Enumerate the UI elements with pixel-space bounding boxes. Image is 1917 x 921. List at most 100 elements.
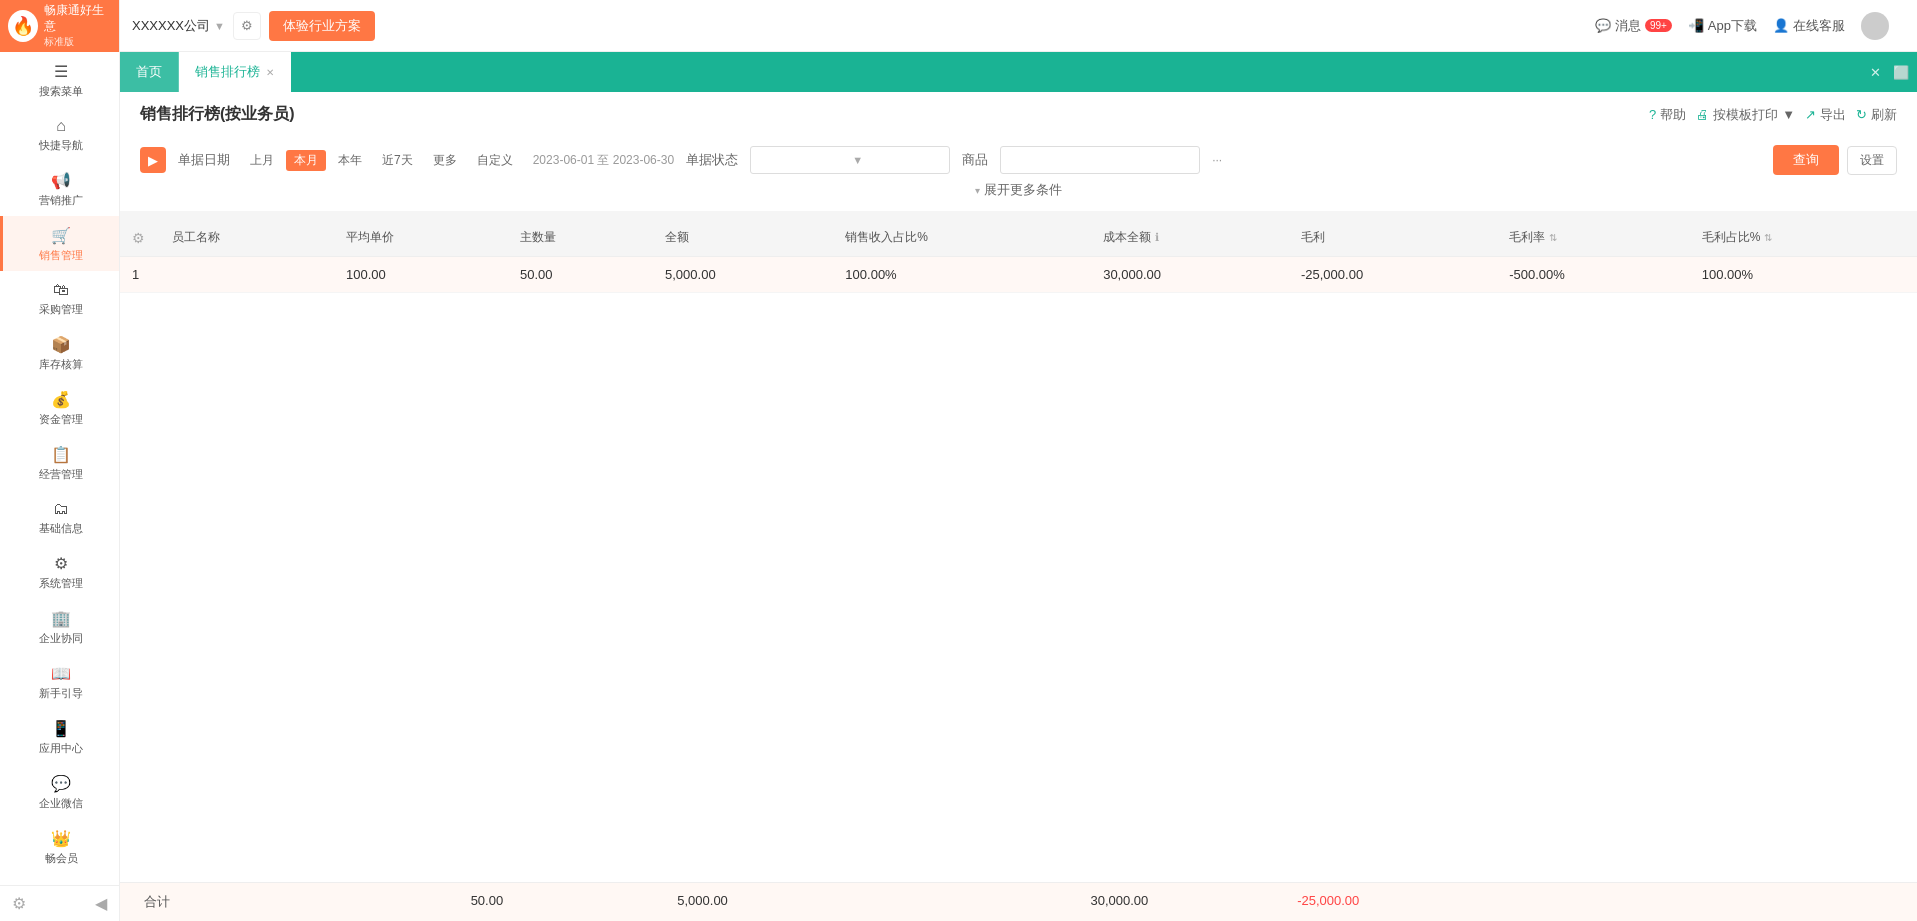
col-settings-icon[interactable]: ⚙: [132, 230, 145, 246]
sidebar-item-label: 库存核算: [39, 357, 83, 372]
table-header: ⚙ 员工名称 平均单价 主数量 全额 销售收入占比% 成本全额 ℹ 毛利: [120, 219, 1917, 257]
date-more[interactable]: 更多: [425, 150, 465, 171]
operations-icon: 📋: [51, 445, 71, 464]
message-icon: 💬: [1595, 18, 1611, 33]
sidebar-item-finance[interactable]: 💰 资金管理: [0, 380, 119, 435]
guide-icon: 📖: [51, 664, 71, 683]
date-7days[interactable]: 近7天: [374, 150, 421, 171]
company-name: XXXXXX公司: [132, 17, 210, 35]
footer-qty: 50.00: [459, 893, 666, 911]
help-icon: ?: [1649, 107, 1656, 122]
th-name: 员工名称: [160, 219, 334, 257]
filter-row: ▶ 单据日期 上月 本月 本年 近7天 更多 自定义 2023-06-01 至 …: [140, 145, 1897, 175]
sidebar-item-basic[interactable]: 🗂 基础信息: [0, 490, 119, 544]
sidebar-item-marketing[interactable]: 📢 营销推广: [0, 161, 119, 216]
message-badge: 99+: [1645, 19, 1672, 32]
sidebar-item-label: 畅会员: [45, 851, 78, 866]
export-icon: ↗: [1805, 107, 1816, 122]
company-selector[interactable]: XXXXXX公司 ▼: [132, 17, 225, 35]
sidebar-item-member[interactable]: 👑 畅会员: [0, 819, 119, 874]
export-btn[interactable]: ↗ 导出: [1805, 106, 1846, 124]
th-qty: 主数量: [508, 219, 653, 257]
home-icon: ⌂: [56, 117, 66, 135]
download-icon: 📲: [1688, 18, 1704, 33]
more-filters-btn[interactable]: ···: [1212, 153, 1222, 167]
print-btn[interactable]: 🖨 按模板打印 ▼: [1696, 106, 1795, 124]
sidebar-item-inventory[interactable]: 📦 库存核算: [0, 325, 119, 380]
query-btn[interactable]: 查询: [1773, 145, 1839, 175]
sidebar: 🔥 畅康通好生意 标准版 ☰ 搜索菜单 ⌂ 快捷导航 📢 营销推广 🛒 销售管理…: [0, 0, 120, 921]
refresh-icon: ↻: [1856, 107, 1867, 122]
goods-input[interactable]: [1009, 153, 1191, 167]
online-service-btn[interactable]: 👤 在线客服: [1773, 17, 1845, 35]
maximize-icon[interactable]: ⬜: [1893, 65, 1909, 80]
inventory-icon: 📦: [51, 335, 71, 354]
expand-more-label: 展开更多条件: [984, 181, 1062, 199]
date-range-display: 2023-06-01 至 2023-06-30: [533, 152, 674, 169]
trial-btn[interactable]: 体验行业方案: [269, 11, 375, 41]
message-btn[interactable]: 💬 消息 99+: [1595, 17, 1672, 35]
gross-rate-sort-icon[interactable]: ⇅: [1549, 232, 1557, 243]
date-current-month[interactable]: 本月: [286, 150, 326, 171]
window-controls: ✕ ⬜: [1862, 52, 1917, 92]
sidebar-item-purchase[interactable]: 🛍 采购管理: [0, 271, 119, 325]
data-table: ⚙ 员工名称 平均单价 主数量 全额 销售收入占比% 成本全额 ℹ 毛利: [120, 219, 1917, 293]
help-btn[interactable]: ? 帮助: [1649, 106, 1686, 124]
system-icon: ⚙: [54, 554, 68, 573]
sidebar-item-label: 企业微信: [39, 796, 83, 811]
footer-amount: 5,000.00: [665, 893, 872, 911]
sidebar-item-search[interactable]: ☰ 搜索菜单: [0, 52, 119, 107]
table-area: ⚙ 员工名称 平均单价 主数量 全额 销售收入占比% 成本全额 ℹ 毛利: [120, 219, 1917, 882]
status-select-wrapper[interactable]: ▼: [750, 146, 950, 174]
tab-sales-rank[interactable]: 销售排行榜 ✕: [179, 52, 291, 92]
sidebar-item-app[interactable]: 📱 应用中心: [0, 709, 119, 764]
logo-sub: 标准版: [44, 35, 111, 49]
sidebar-item-label: 销售管理: [39, 248, 83, 263]
sidebar-item-shortcuts[interactable]: ⌂ 快捷导航: [0, 107, 119, 161]
sidebar-item-label: 采购管理: [39, 302, 83, 317]
sidebar-item-label: 资金管理: [39, 412, 83, 427]
tab-close-icon[interactable]: ✕: [266, 67, 274, 78]
date-current-year[interactable]: 本年: [330, 150, 370, 171]
purchase-icon: 🛍: [53, 281, 69, 299]
marketing-icon: 📢: [51, 171, 71, 190]
th-gross: 毛利: [1289, 219, 1497, 257]
topbar-settings-btn[interactable]: ⚙: [233, 12, 261, 40]
sidebar-nav: ☰ 搜索菜单 ⌂ 快捷导航 📢 营销推广 🛒 销售管理 🛍 采购管理 📦 库存核…: [0, 52, 119, 885]
app-download-btn[interactable]: 📲 App下载: [1688, 17, 1757, 35]
tabbar: 首页 销售排行榜 ✕ ✕ ⬜: [120, 52, 1917, 92]
date-custom[interactable]: 自定义: [469, 150, 521, 171]
logo-icon: 🔥: [8, 10, 38, 42]
td-cost: 30,000.00: [1091, 257, 1289, 293]
sidebar-item-wechat[interactable]: 💬 企业微信: [0, 764, 119, 819]
date-prev-month[interactable]: 上月: [242, 150, 282, 171]
main-area: XXXXXX公司 ▼ ⚙ 体验行业方案 💬 消息 99+ 📲 App下载 👤 在…: [120, 0, 1917, 921]
service-icon: 👤: [1773, 18, 1789, 33]
filter-expand-btn[interactable]: ▶: [140, 147, 166, 173]
collapse-icon[interactable]: ◀: [95, 894, 107, 913]
footer-empty2: [1698, 893, 1905, 911]
print-label: 按模板打印: [1713, 106, 1778, 124]
sidebar-item-guide[interactable]: 📖 新手引导: [0, 654, 119, 709]
sidebar-item-system[interactable]: ⚙ 系统管理: [0, 544, 119, 599]
gross-pct-sort-icon[interactable]: ⇅: [1764, 232, 1772, 243]
goods-filter-label: 商品: [962, 151, 988, 169]
basic-icon: 🗂: [53, 500, 69, 518]
sidebar-item-operations[interactable]: 📋 经营管理: [0, 435, 119, 490]
expand-more-btn[interactable]: ▾ 展开更多条件: [975, 181, 1062, 199]
print-chevron: ▼: [1782, 107, 1795, 122]
sidebar-item-label: 企业协同: [39, 631, 83, 646]
sidebar-item-sales[interactable]: 🛒 销售管理: [0, 216, 119, 271]
th-cost: 成本全额 ℹ: [1091, 219, 1289, 257]
goods-field[interactable]: [1000, 146, 1200, 174]
sidebar-item-enterprise[interactable]: 🏢 企业协同: [0, 599, 119, 654]
sidebar-item-label: 搜索菜单: [39, 84, 83, 99]
settings-bottom-icon[interactable]: ⚙: [12, 894, 26, 913]
td-qty: 50.00: [508, 257, 653, 293]
settings-small-btn[interactable]: 设置: [1847, 146, 1897, 175]
avatar[interactable]: [1861, 12, 1889, 40]
td-gross: -25,000.00: [1289, 257, 1497, 293]
refresh-btn[interactable]: ↻ 刷新: [1856, 106, 1897, 124]
tab-home[interactable]: 首页: [120, 52, 179, 92]
close-window-icon[interactable]: ✕: [1870, 65, 1881, 80]
